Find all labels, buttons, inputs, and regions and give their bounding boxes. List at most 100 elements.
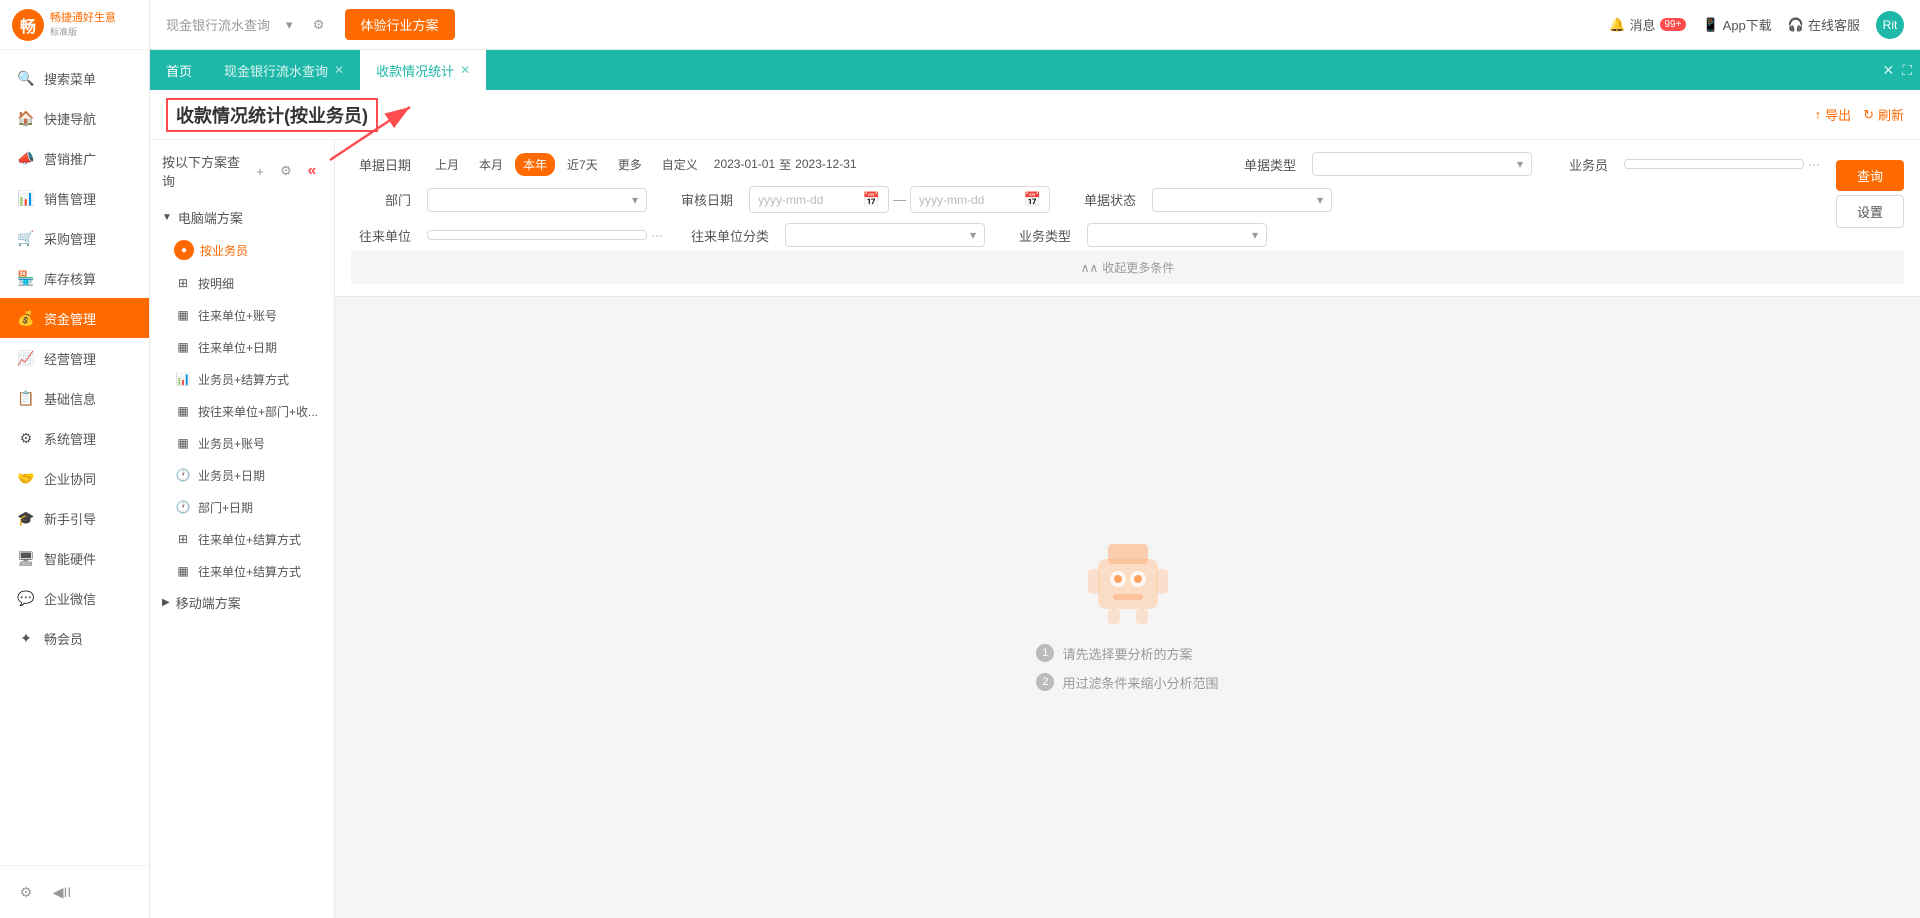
scheme-group-desktop-header[interactable]: ▼ 电脑端方案	[150, 202, 334, 233]
scheme-panel: 按以下方案查询 + ⚙ « ▼ 电脑端方案 ●	[150, 140, 335, 918]
settings-bottom-icon[interactable]: ⚙	[12, 878, 40, 906]
query-button[interactable]: 查询	[1836, 160, 1904, 191]
scheme-collapse-btn[interactable]: «	[302, 161, 322, 181]
scheme-item-salesman[interactable]: ● 按业务员	[150, 233, 334, 267]
home-icon: 🏠	[16, 108, 36, 128]
collapse-icon: ∧∧	[1081, 261, 1099, 275]
notification-btn[interactable]: 🔔 消息 99+	[1609, 15, 1686, 34]
counterpart-more-btn[interactable]: ···	[651, 228, 663, 242]
counterpart-type-label: 往来单位分类	[679, 226, 769, 245]
sidebar-item-guide[interactable]: 🎓 新手引导	[0, 498, 149, 538]
department-select[interactable]: ▾	[427, 188, 647, 212]
logo-text: 畅捷通好生意	[50, 11, 116, 25]
scheme-item-unit-date[interactable]: ▦ 往来单位+日期	[150, 331, 334, 363]
tab-collection-close[interactable]: ✕	[460, 63, 470, 77]
sidebar-item-wechat[interactable]: 💬 企业微信	[0, 578, 149, 618]
sidebar: 畅 畅捷通好生意 标准版 🔍 搜索菜单 🏠 快捷导航 📣 营销推广 📊 销售管理…	[0, 0, 150, 918]
date-tab-lastmonth[interactable]: 上月	[427, 153, 467, 176]
scheme-actions: + ⚙ «	[250, 161, 322, 181]
collapse-bar[interactable]: ∧∧ 收起更多条件	[351, 251, 1904, 284]
scheme-item-unit-settlement2[interactable]: ▦ 往来单位+结算方式	[150, 555, 334, 587]
active-indicator: ●	[174, 240, 194, 260]
vip-icon: ✦	[16, 628, 36, 648]
date-value: 上月 本月 本年 近7天 更多 自定义 2023-01-01 至	[427, 153, 1220, 176]
salesman-account-icon: ▦	[174, 434, 192, 452]
scheme-item-detail[interactable]: ⊞ 按明细	[150, 267, 334, 299]
dropdown-icon[interactable]: ▾	[286, 17, 293, 33]
sidebar-item-sales[interactable]: 📊 销售管理	[0, 178, 149, 218]
export-button[interactable]: ↑ 导出	[1815, 105, 1852, 124]
date-tab-7days[interactable]: 近7天	[559, 153, 606, 176]
logo-area: 畅 畅捷通好生意 标准版	[0, 0, 149, 50]
unit-settlement1-icon: ⊞	[174, 530, 192, 548]
sidebar-item-hardware[interactable]: 🖥 智能硬件	[0, 538, 149, 578]
voucher-type-select[interactable]: ▾	[1312, 152, 1532, 176]
scheme-item-salesman-settlement[interactable]: 📊 业务员+结算方式	[150, 363, 334, 395]
empty-tips: 1 请先选择要分析的方案 2 用过滤条件来缩小分析范围	[1036, 644, 1218, 692]
cal-icon-start: 📅	[863, 191, 880, 208]
scheme-item-unit-settlement1[interactable]: ⊞ 往来单位+结算方式	[150, 523, 334, 555]
review-date-start[interactable]: yyyy-mm-dd 📅	[749, 186, 889, 213]
system-icon: ⚙	[16, 428, 36, 448]
date-tab-more[interactable]: 更多	[610, 153, 650, 176]
counterpart-select[interactable]	[427, 230, 647, 240]
sidebar-item-finance[interactable]: 💰 资金管理	[0, 298, 149, 338]
topbar-settings-icon[interactable]: ⚙	[309, 15, 329, 35]
sidebar-item-operations[interactable]: 📈 经营管理	[0, 338, 149, 378]
voucher-status-select[interactable]: ▾	[1152, 188, 1332, 212]
collapse-sidebar-icon[interactable]: ◀II	[48, 878, 76, 906]
hardware-icon: 🖥	[16, 548, 36, 568]
basic-icon: 📋	[16, 388, 36, 408]
voucher-status-arrow: ▾	[1317, 193, 1323, 207]
counterpart-label: 往来单位	[351, 226, 411, 245]
online-service-btn[interactable]: 🎧 在线客服	[1788, 15, 1860, 34]
scheme-item-dept-date[interactable]: 🕐 部门+日期	[150, 491, 334, 523]
filter-section: 单据日期 上月 本月 本年 近7天 更多 自定义	[335, 140, 1920, 297]
sidebar-item-enterprise[interactable]: 🤝 企业协同	[0, 458, 149, 498]
date-tab-thisyear[interactable]: 本年	[515, 153, 555, 176]
business-type-select[interactable]: ▾	[1087, 223, 1267, 247]
logo-badge: 标准版	[50, 25, 116, 38]
sidebar-item-marketing[interactable]: 📣 营销推广	[0, 138, 149, 178]
close-window-icon[interactable]: ✕	[1882, 62, 1894, 79]
notification-badge: 99+	[1660, 18, 1687, 31]
scheme-settings-btn[interactable]: ⚙	[276, 161, 296, 181]
review-date-end[interactable]: yyyy-mm-dd 📅	[910, 186, 1050, 213]
sidebar-item-vip[interactable]: ✦ 畅会员	[0, 618, 149, 658]
date-tab-thismonth[interactable]: 本月	[471, 153, 511, 176]
tab-cashflow[interactable]: 现金银行流水查询 ✕	[208, 50, 360, 90]
sidebar-item-basic[interactable]: 📋 基础信息	[0, 378, 149, 418]
counterpart-type-select[interactable]: ▾	[785, 223, 985, 247]
inventory-icon: 🏪	[16, 268, 36, 288]
salesman-select[interactable]	[1624, 159, 1804, 169]
refresh-button[interactable]: ↻ 刷新	[1863, 105, 1904, 124]
sidebar-item-search[interactable]: 🔍 搜索菜单	[0, 58, 149, 98]
voucher-status-label: 单据状态	[1066, 190, 1136, 209]
scheme-group-mobile-header[interactable]: ▶ 移动端方案	[150, 587, 334, 618]
sidebar-item-purchase[interactable]: 🛒 采购管理	[0, 218, 149, 258]
voucher-type-arrow: ▾	[1517, 157, 1523, 171]
maximize-icon[interactable]: ⛶	[1902, 62, 1912, 79]
date-tabs: 上月 本月 本年 近7天 更多 自定义	[427, 153, 706, 176]
trial-button[interactable]: 体验行业方案	[345, 9, 455, 40]
sidebar-item-system[interactable]: ⚙ 系统管理	[0, 418, 149, 458]
salesman-more-btn[interactable]: ···	[1808, 157, 1820, 171]
tab-cashflow-close[interactable]: ✕	[334, 63, 344, 77]
wechat-icon: 💬	[16, 588, 36, 608]
set-button[interactable]: 设置	[1836, 195, 1904, 228]
app-download-btn[interactable]: 📱 App下载	[1702, 15, 1771, 34]
tab-home[interactable]: 首页	[150, 61, 208, 80]
action-buttons: 查询 设置	[1836, 152, 1904, 228]
date-tab-custom[interactable]: 自定义	[654, 153, 706, 176]
sidebar-item-quicknav[interactable]: 🏠 快捷导航	[0, 98, 149, 138]
tab-collection[interactable]: 收款情况统计 ✕	[360, 50, 486, 90]
unit-dept-icon: ▦	[174, 402, 192, 420]
scheme-item-unit-dept-collect[interactable]: ▦ 按往来单位+部门+收...	[150, 395, 334, 427]
sidebar-item-inventory[interactable]: 🏪 库存核算	[0, 258, 149, 298]
scheme-item-salesman-account[interactable]: ▦ 业务员+账号	[150, 427, 334, 459]
scheme-add-btn[interactable]: +	[250, 161, 270, 181]
scheme-item-salesman-date[interactable]: 🕐 业务员+日期	[150, 459, 334, 491]
date-range: 2023-01-01 至 2023-12-31	[714, 156, 857, 173]
user-avatar[interactable]: Rit	[1876, 11, 1904, 39]
scheme-item-unit-account[interactable]: ▦ 往来单位+账号	[150, 299, 334, 331]
